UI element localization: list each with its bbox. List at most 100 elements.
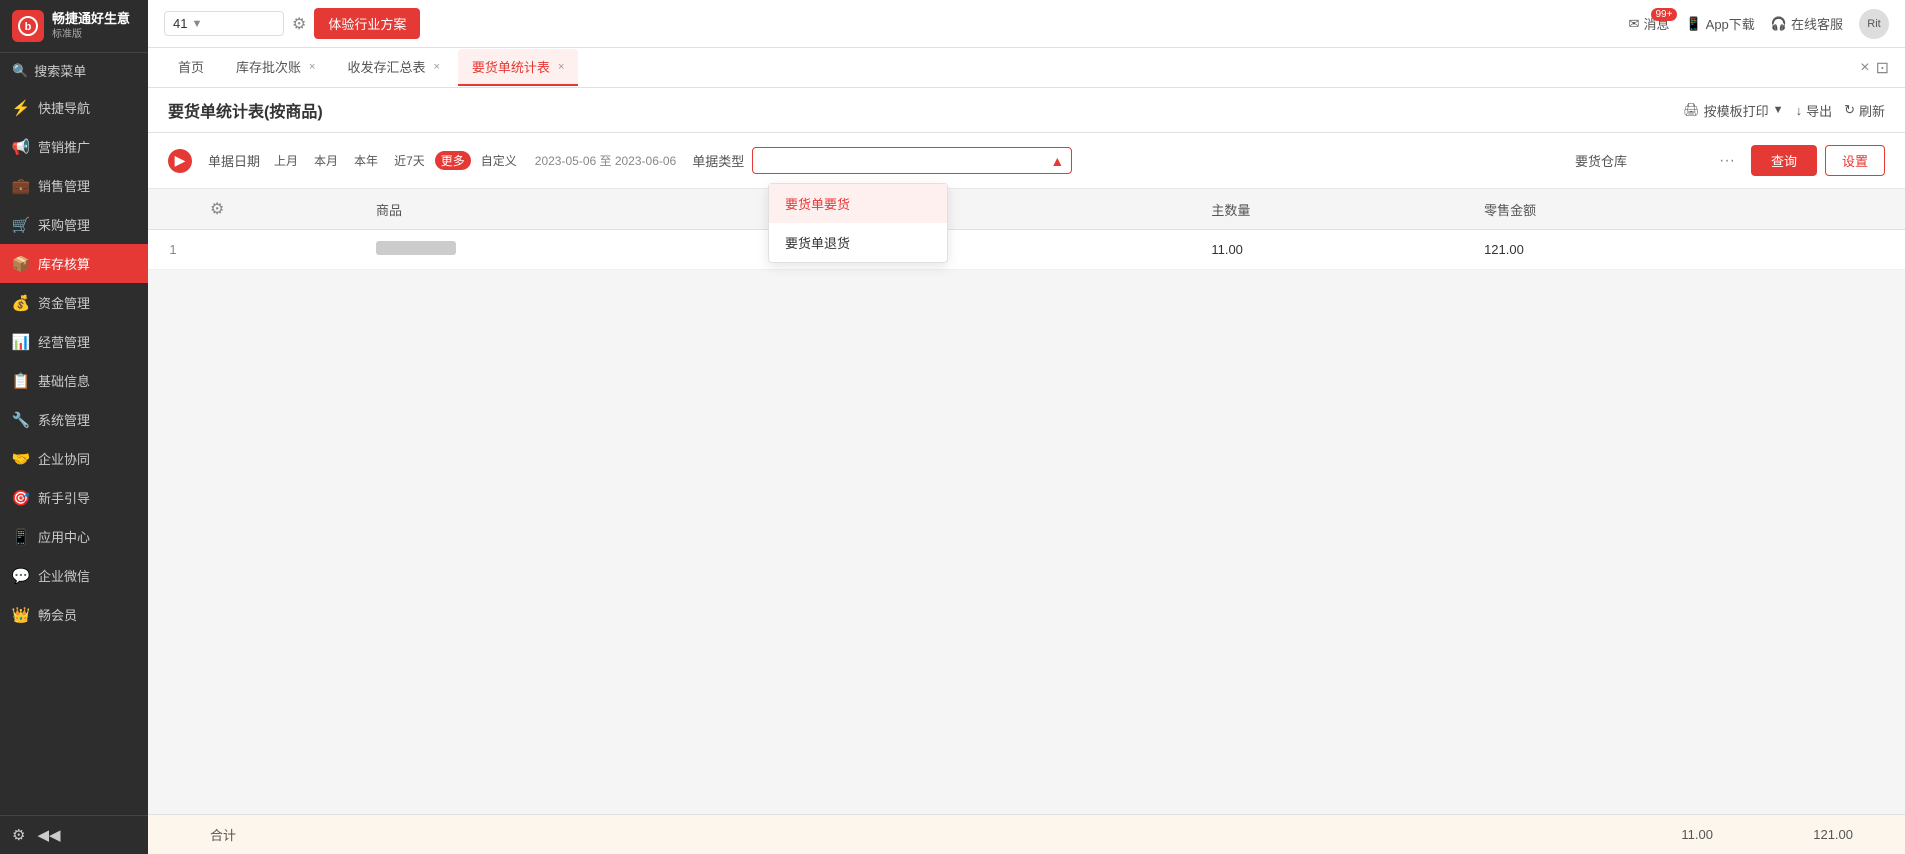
settings-icon[interactable]: ⚙ [12,826,25,844]
type-filter-group: 单据类型 ▲ [692,147,1559,174]
tab-home[interactable]: 首页 [164,49,218,86]
last-month-btn[interactable]: 上月 [268,150,304,171]
filter-expand-button[interactable]: ▶ [168,149,192,173]
sidebar-item-sales[interactable]: 💼 销售管理 [0,166,148,205]
sidebar-item-base-info[interactable]: 📋 基础信息 [0,361,148,400]
close-all-tabs-icon[interactable]: × [1860,59,1869,77]
footer-label: 合计 [210,825,236,844]
col-amount: 零售金额 [1472,189,1801,230]
wechat-icon: 💬 [12,567,30,585]
sidebar-item-purchase[interactable]: 🛒 采购管理 [0,205,148,244]
type-dropdown: 要货单要货 要货单退货 [768,183,948,263]
col-product: 商品 [364,189,814,230]
export-action[interactable]: ↓ 导出 [1796,101,1833,120]
sidebar-item-cooperation[interactable]: 🤝 企业协同 [0,439,148,478]
last-7-days-btn[interactable]: 近7天 [388,150,431,171]
type-label: 单据类型 [692,151,744,170]
marketing-icon: 📢 [12,138,30,156]
date-filter-group: 单据日期 上月 本月 本年 近7天 更多 自定义 2023-05-06 至 20… [208,150,676,171]
table-row: 1 块 11.00 121.00 [148,230,1905,270]
member-icon: 👑 [12,606,30,624]
filter-bar: ▶ 单据日期 上月 本月 本年 近7天 更多 自定义 2023-05-06 至 … [148,133,1905,189]
inventory-icon: 📦 [12,255,30,273]
table-settings-icon[interactable]: ⚙ [210,201,224,218]
company-name: 41 [173,16,187,31]
close-receivable-summary-tab[interactable]: × [433,61,439,73]
table-footer: 合计 11.00 121.00 [148,814,1905,854]
warehouse-filter-group: 要货仓库 ··· [1575,151,1735,170]
close-order-summary-tab[interactable]: × [558,61,564,73]
type-chevron-icon[interactable]: ▲ [1050,153,1064,169]
date-label: 单据日期 [208,151,260,170]
warehouse-more-icon[interactable]: ··· [1719,152,1735,170]
this-month-btn[interactable]: 本月 [308,150,344,171]
export-icon: ↓ [1796,103,1803,118]
sidebar-bottom: ⚙ ◀◀ [0,815,148,854]
chevron-down-icon: ▼ [191,18,202,30]
sidebar-item-marketing[interactable]: 📢 营销推广 [0,127,148,166]
warehouse-label: 要货仓库 [1575,151,1627,170]
sidebar-item-quick-nav[interactable]: ⚡ 快捷导航 [0,88,148,127]
sidebar: b 畅捷通好生意 标准版 🔍 搜索菜单 ⚡ 快捷导航 📢 营销推广 💼 销售管理… [0,0,148,854]
logo-icon: b [12,10,44,42]
refresh-action[interactable]: ↻ 刷新 [1844,101,1885,120]
sidebar-item-sys-mgmt[interactable]: 🔧 系统管理 [0,400,148,439]
row-index: 1 [148,230,198,270]
app-version: 标准版 [52,28,130,42]
headset-icon: 🎧 [1771,16,1787,32]
tab-batch-account[interactable]: 库存批次账 × [222,49,329,86]
restore-tabs-icon[interactable]: ⊡ [1876,58,1889,78]
svg-text:b: b [25,21,32,33]
sidebar-item-new-guide[interactable]: 🎯 新手引导 [0,478,148,517]
settings-button[interactable]: 设置 [1825,145,1885,176]
quick-nav-icon: ⚡ [12,99,30,117]
search-icon: 🔍 [12,63,28,79]
online-service-action[interactable]: 🎧 在线客服 [1771,14,1843,33]
query-button[interactable]: 查询 [1751,145,1817,176]
dropdown-item-return-order[interactable]: 要货单退货 [769,223,947,262]
finance-icon: 💰 [12,294,30,312]
page-header: 要货单统计表(按商品) 🖨 按模板打印 ▼ ↓ 导出 ↻ 刷新 [148,88,1905,133]
search-menu[interactable]: 🔍 搜索菜单 [0,53,148,88]
app-download-action[interactable]: 📱 App下载 [1685,14,1754,33]
tab-receivable-summary[interactable]: 收发存汇总表 × [333,49,453,86]
blurred-product-name [376,241,456,255]
sales-icon: 💼 [12,177,30,195]
sidebar-item-app-center[interactable]: 📱 应用中心 [0,517,148,556]
table-container: ⚙ 商品 主计量单位 主数量 零售金额 1 [148,189,1905,270]
app-center-icon: 📱 [12,528,30,546]
sys-mgmt-icon: 🔧 [12,411,30,429]
print-action[interactable]: 🖨 按模板打印 ▼ [1683,101,1783,120]
app-name: 畅捷通好生意 [52,10,130,28]
user-avatar[interactable]: Rit [1859,9,1889,39]
sidebar-nav: ⚡ 快捷导航 📢 营销推广 💼 销售管理 🛒 采购管理 📦 库存核算 💰 资金管… [0,88,148,815]
sidebar-item-operations[interactable]: 📊 经营管理 [0,322,148,361]
type-input[interactable] [752,147,1072,174]
more-date-btn[interactable]: 更多 [435,151,471,170]
row-product [364,230,814,270]
custom-date-btn[interactable]: 自定义 [475,150,523,171]
refresh-icon: ↻ [1844,102,1855,118]
trial-button[interactable]: 体验行业方案 [314,8,420,39]
topbar-gear-icon[interactable]: ⚙ [292,14,306,34]
close-batch-account-tab[interactable]: × [309,61,315,73]
main-area: 41 ▼ ⚙ 体验行业方案 ✉ 消息 99+ 📱 App下载 🎧 在线客服 Ri… [148,0,1905,854]
this-year-btn[interactable]: 本年 [348,150,384,171]
data-table: ⚙ 商品 主计量单位 主数量 零售金额 1 [148,189,1905,270]
topbar: 41 ▼ ⚙ 体验行业方案 ✉ 消息 99+ 📱 App下载 🎧 在线客服 Ri… [148,0,1905,48]
sidebar-item-finance[interactable]: 💰 资金管理 [0,283,148,322]
message-badge: 99+ [1651,8,1678,21]
phone-icon: 📱 [1685,16,1701,32]
sidebar-item-wechat-biz[interactable]: 💬 企业微信 [0,556,148,595]
dropdown-item-purchase-order[interactable]: 要货单要货 [769,184,947,223]
message-action[interactable]: ✉ 消息 99+ [1629,14,1670,33]
base-info-icon: 📋 [12,372,30,390]
row-amount: 121.00 [1472,230,1801,270]
cooperation-icon: 🤝 [12,450,30,468]
tab-order-summary[interactable]: 要货单统计表 × [458,49,578,86]
col-quantity: 主数量 [1199,189,1472,230]
company-selector[interactable]: 41 ▼ [164,11,284,36]
sidebar-item-member[interactable]: 👑 畅会员 [0,595,148,634]
collapse-icon[interactable]: ◀◀ [37,826,60,844]
sidebar-item-inventory[interactable]: 📦 库存核算 [0,244,148,283]
